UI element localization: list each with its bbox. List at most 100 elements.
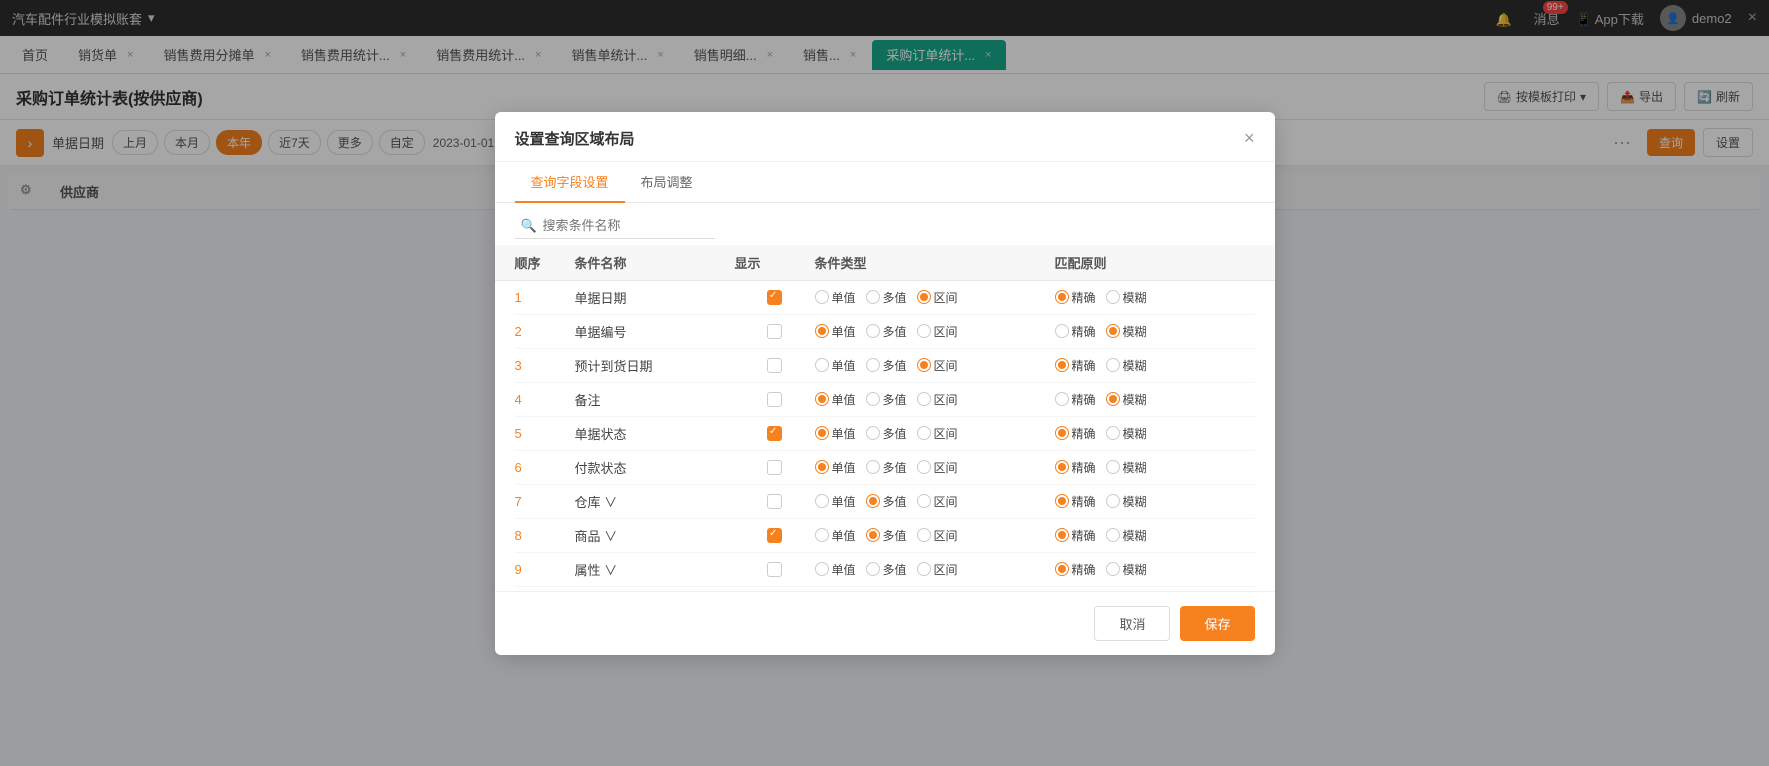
type-range-option[interactable]: 区间 (917, 391, 958, 408)
type-range-option[interactable]: 区间 (917, 357, 958, 374)
checkbox[interactable] (767, 324, 782, 339)
match-exact-option[interactable]: 精确 (1055, 561, 1096, 578)
match-fuzzy-radio[interactable] (1106, 426, 1120, 440)
row-display-checkbox[interactable] (735, 426, 815, 441)
match-fuzzy-radio[interactable] (1106, 358, 1120, 372)
type-range-radio[interactable] (917, 562, 931, 576)
match-fuzzy-radio[interactable] (1106, 562, 1120, 576)
match-exact-radio[interactable] (1055, 290, 1069, 304)
type-single-option[interactable]: 单值 (815, 323, 856, 340)
type-multi-radio[interactable] (866, 528, 880, 542)
type-multi-radio[interactable] (866, 562, 880, 576)
type-range-radio[interactable] (917, 324, 931, 338)
match-fuzzy-option[interactable]: 模糊 (1106, 493, 1147, 510)
row-display-checkbox[interactable] (735, 460, 815, 475)
checkbox[interactable] (767, 562, 782, 577)
match-fuzzy-radio[interactable] (1106, 392, 1120, 406)
match-fuzzy-option[interactable]: 模糊 (1106, 289, 1147, 306)
type-single-radio[interactable] (815, 562, 829, 576)
type-multi-option[interactable]: 多值 (866, 391, 907, 408)
type-single-radio[interactable] (815, 494, 829, 508)
row-display-checkbox[interactable] (735, 528, 815, 543)
type-multi-option[interactable]: 多值 (866, 561, 907, 578)
save-button[interactable]: 保存 (1180, 606, 1254, 641)
match-exact-radio[interactable] (1055, 392, 1069, 406)
search-input[interactable] (515, 213, 715, 239)
type-single-option[interactable]: 单值 (815, 561, 856, 578)
checkbox[interactable] (767, 290, 782, 305)
type-single-radio[interactable] (815, 324, 829, 338)
match-exact-radio[interactable] (1055, 460, 1069, 474)
type-single-radio[interactable] (815, 290, 829, 304)
match-fuzzy-option[interactable]: 模糊 (1106, 459, 1147, 476)
match-fuzzy-radio[interactable] (1106, 494, 1120, 508)
match-fuzzy-radio[interactable] (1106, 460, 1120, 474)
type-single-radio[interactable] (815, 358, 829, 372)
type-single-radio[interactable] (815, 426, 829, 440)
type-range-option[interactable]: 区间 (917, 493, 958, 510)
match-exact-option[interactable]: 精确 (1055, 493, 1096, 510)
match-exact-radio[interactable] (1055, 494, 1069, 508)
type-multi-option[interactable]: 多值 (866, 425, 907, 442)
checkbox[interactable] (767, 392, 782, 407)
match-exact-option[interactable]: 精确 (1055, 289, 1096, 306)
type-multi-option[interactable]: 多值 (866, 459, 907, 476)
match-fuzzy-option[interactable]: 模糊 (1106, 527, 1147, 544)
match-fuzzy-option[interactable]: 模糊 (1106, 391, 1147, 408)
row-display-checkbox[interactable] (735, 392, 815, 407)
type-single-option[interactable]: 单值 (815, 527, 856, 544)
type-range-option[interactable]: 区间 (917, 289, 958, 306)
match-exact-option[interactable]: 精确 (1055, 459, 1096, 476)
type-multi-option[interactable]: 多值 (866, 289, 907, 306)
checkbox[interactable] (767, 494, 782, 509)
type-multi-option[interactable]: 多值 (866, 323, 907, 340)
type-multi-radio[interactable] (866, 494, 880, 508)
type-range-option[interactable]: 区间 (917, 323, 958, 340)
row-display-checkbox[interactable] (735, 290, 815, 305)
match-exact-option[interactable]: 精确 (1055, 357, 1096, 374)
row-display-checkbox[interactable] (735, 562, 815, 577)
type-range-radio[interactable] (917, 358, 931, 372)
type-range-radio[interactable] (917, 392, 931, 406)
cancel-button[interactable]: 取消 (1094, 606, 1170, 641)
type-multi-radio[interactable] (866, 426, 880, 440)
match-exact-radio[interactable] (1055, 324, 1069, 338)
type-multi-option[interactable]: 多值 (866, 493, 907, 510)
dialog-close-button[interactable]: × (1244, 128, 1255, 149)
type-range-option[interactable]: 区间 (917, 425, 958, 442)
checkbox[interactable] (767, 358, 782, 373)
type-range-radio[interactable] (917, 528, 931, 542)
type-single-radio[interactable] (815, 392, 829, 406)
match-exact-option[interactable]: 精确 (1055, 391, 1096, 408)
match-fuzzy-option[interactable]: 模糊 (1106, 323, 1147, 340)
row-display-checkbox[interactable] (735, 494, 815, 509)
type-multi-radio[interactable] (866, 460, 880, 474)
match-fuzzy-radio[interactable] (1106, 290, 1120, 304)
type-multi-option[interactable]: 多值 (866, 357, 907, 374)
match-exact-radio[interactable] (1055, 562, 1069, 576)
match-exact-option[interactable]: 精确 (1055, 323, 1096, 340)
checkbox[interactable] (767, 426, 782, 441)
type-range-option[interactable]: 区间 (917, 527, 958, 544)
match-fuzzy-radio[interactable] (1106, 528, 1120, 542)
type-single-option[interactable]: 单值 (815, 391, 856, 408)
checkbox[interactable] (767, 460, 782, 475)
dialog-tab-layout[interactable]: 布局调整 (625, 162, 709, 203)
dialog-tab-query-fields[interactable]: 查询字段设置 (515, 162, 625, 203)
type-multi-radio[interactable] (866, 392, 880, 406)
match-exact-radio[interactable] (1055, 528, 1069, 542)
match-exact-option[interactable]: 精确 (1055, 425, 1096, 442)
match-fuzzy-option[interactable]: 模糊 (1106, 561, 1147, 578)
type-multi-radio[interactable] (866, 290, 880, 304)
type-multi-option[interactable]: 多值 (866, 527, 907, 544)
match-fuzzy-option[interactable]: 模糊 (1106, 357, 1147, 374)
type-range-radio[interactable] (917, 290, 931, 304)
type-multi-radio[interactable] (866, 358, 880, 372)
row-display-checkbox[interactable] (735, 358, 815, 373)
checkbox[interactable] (767, 528, 782, 543)
type-single-option[interactable]: 单值 (815, 357, 856, 374)
type-range-radio[interactable] (917, 494, 931, 508)
type-single-option[interactable]: 单值 (815, 493, 856, 510)
match-fuzzy-radio[interactable] (1106, 324, 1120, 338)
type-single-radio[interactable] (815, 528, 829, 542)
